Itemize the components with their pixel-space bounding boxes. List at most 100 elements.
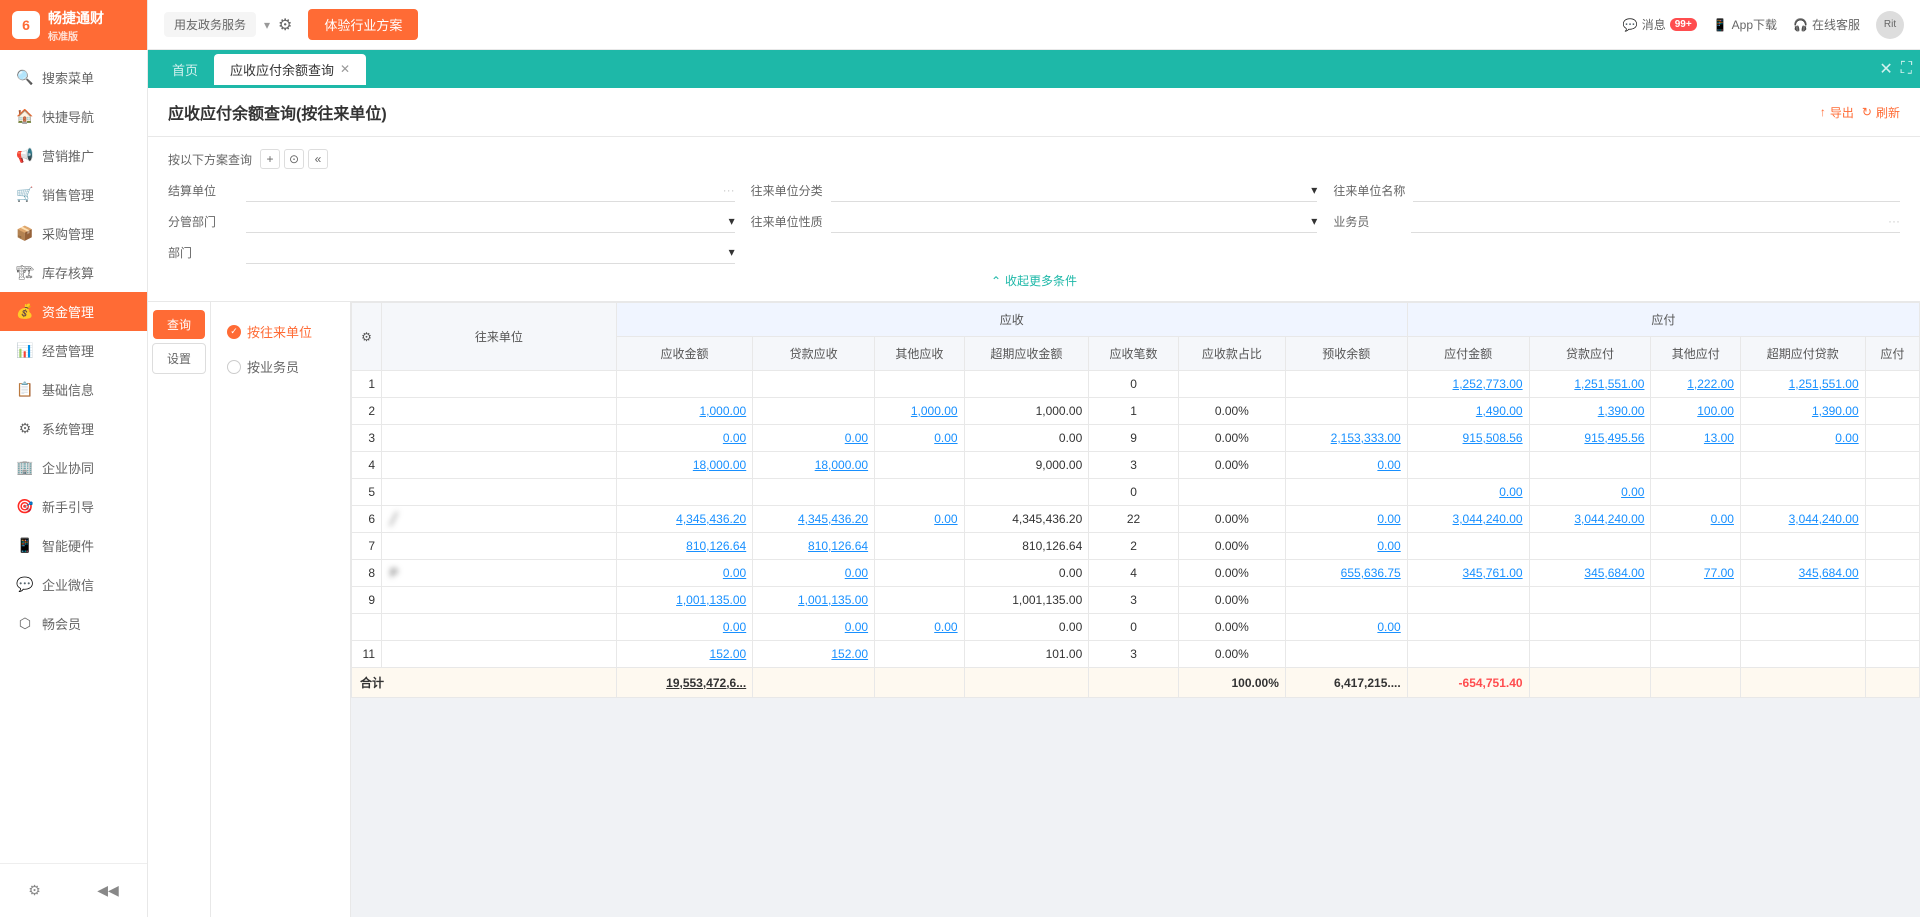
cell-0-3[interactable]	[753, 371, 875, 398]
cell-8-3[interactable]: 1,001,135.00	[753, 587, 875, 614]
sidebar-item-marketing[interactable]: 📢 营销推广	[0, 136, 147, 175]
cell-2-4[interactable]: 0.00	[875, 425, 965, 452]
sidebar-item-enterprise[interactable]: 🏢 企业协同	[0, 448, 147, 487]
cell-7-8[interactable]: 655,636.75	[1285, 560, 1407, 587]
cell-4-2[interactable]	[616, 479, 753, 506]
cell-2-11[interactable]: 13.00	[1651, 425, 1741, 452]
cell-3-9[interactable]	[1407, 452, 1529, 479]
cell-1-2[interactable]: 1,000.00	[616, 398, 753, 425]
cell-6-3[interactable]: 810,126.64	[753, 533, 875, 560]
cell-7-10[interactable]: 345,684.00	[1529, 560, 1651, 587]
cell-1-9[interactable]: 1,490.00	[1407, 398, 1529, 425]
cell-7-4[interactable]	[875, 560, 965, 587]
cell-5-11[interactable]: 0.00	[1651, 506, 1741, 533]
cell-1-12[interactable]: 1,390.00	[1740, 398, 1865, 425]
collapse-filter-btn[interactable]: ⌃ 收起更多条件	[168, 272, 1900, 289]
header-settings-icon[interactable]: ⚙	[278, 15, 292, 35]
cell-7-3[interactable]: 0.00	[753, 560, 875, 587]
export-btn[interactable]: ↑ 导出	[1820, 104, 1854, 121]
sidebar-item-search[interactable]: 🔍 搜索菜单	[0, 58, 147, 97]
cell-1-3[interactable]	[753, 398, 875, 425]
cell-10-4[interactable]	[875, 641, 965, 668]
sidebar-item-purchase[interactable]: 📦 采购管理	[0, 214, 147, 253]
cell-2-12[interactable]: 0.00	[1740, 425, 1865, 452]
cell-0-8[interactable]	[1285, 371, 1407, 398]
filter-panel-by-partner[interactable]: ✓ 按往来单位	[211, 314, 350, 349]
sidebar-item-guide[interactable]: 🎯 新手引导	[0, 487, 147, 526]
cell-2-8[interactable]: 2,153,333.00	[1285, 425, 1407, 452]
cell-10-12[interactable]	[1740, 641, 1865, 668]
cell-9-3[interactable]: 0.00	[753, 614, 875, 641]
cell-4-4[interactable]	[875, 479, 965, 506]
cell-3-3[interactable]: 18,000.00	[753, 452, 875, 479]
cell-3-4[interactable]	[875, 452, 965, 479]
cell-2-3[interactable]: 0.00	[753, 425, 875, 452]
cell-0-10[interactable]: 1,251,551.00	[1529, 371, 1651, 398]
promo-button[interactable]: 体验行业方案	[308, 9, 418, 40]
cell-9-10[interactable]	[1529, 614, 1651, 641]
sidebar-item-finance[interactable]: 💰 资金管理	[0, 292, 147, 331]
app-download-btn[interactable]: 📱 App下载	[1713, 16, 1777, 33]
cell-2-10[interactable]: 915,495.56	[1529, 425, 1651, 452]
cell-7-2[interactable]: 0.00	[616, 560, 753, 587]
dept-mgr-select[interactable]: ▾	[246, 210, 735, 233]
cell-10-8[interactable]	[1285, 641, 1407, 668]
cell-4-3[interactable]	[753, 479, 875, 506]
cell-0-4[interactable]	[875, 371, 965, 398]
sidebar-item-vip[interactable]: ⬡ 畅会员	[0, 604, 147, 643]
collapse-sidebar-btn[interactable]: ◀◀	[89, 874, 127, 907]
cell-0-12[interactable]: 1,251,551.00	[1740, 371, 1865, 398]
settings-filter-btn[interactable]: ⊙	[284, 149, 304, 169]
dept-select[interactable]: ▾	[246, 241, 735, 264]
cell-6-8[interactable]: 0.00	[1285, 533, 1407, 560]
cell-8-12[interactable]	[1740, 587, 1865, 614]
cell-3-2[interactable]: 18,000.00	[616, 452, 753, 479]
cell-4-8[interactable]	[1285, 479, 1407, 506]
cell-8-2[interactable]: 1,001,135.00	[616, 587, 753, 614]
sidebar-item-quicknav[interactable]: 🏠 快捷导航	[0, 97, 147, 136]
tab-ar-ap[interactable]: 应收应付余额查询 ✕	[214, 54, 366, 85]
sidebar-item-wechat[interactable]: 💬 企业微信	[0, 565, 147, 604]
cell-5-9[interactable]: 3,044,240.00	[1407, 506, 1529, 533]
company-chevron-icon[interactable]: ▾	[264, 18, 270, 32]
salesperson-input[interactable]: ···	[1411, 210, 1900, 233]
cell-10-2[interactable]: 152.00	[616, 641, 753, 668]
cell-7-9[interactable]: 345,761.00	[1407, 560, 1529, 587]
cell-10-11[interactable]	[1651, 641, 1741, 668]
cell-5-12[interactable]: 3,044,240.00	[1740, 506, 1865, 533]
sidebar-item-sales[interactable]: 🛒 销售管理	[0, 175, 147, 214]
cell-9-9[interactable]	[1407, 614, 1529, 641]
cell-4-9[interactable]: 0.00	[1407, 479, 1529, 506]
cell-10-9[interactable]	[1407, 641, 1529, 668]
cell-6-2[interactable]: 810,126.64	[616, 533, 753, 560]
add-filter-btn[interactable]: +	[260, 149, 280, 169]
company-selector[interactable]: 用友政务服务	[164, 12, 256, 37]
sidebar-item-inventory[interactable]: 🏗 库存核算	[0, 253, 147, 292]
cell-9-8[interactable]: 0.00	[1285, 614, 1407, 641]
tab-home[interactable]: 首页	[156, 54, 214, 85]
cell-6-4[interactable]	[875, 533, 965, 560]
cell-8-11[interactable]	[1651, 587, 1741, 614]
cell-8-8[interactable]	[1285, 587, 1407, 614]
cell-8-4[interactable]	[875, 587, 965, 614]
cell-10-10[interactable]	[1529, 641, 1651, 668]
cell-6-10[interactable]	[1529, 533, 1651, 560]
settlement-input[interactable]: ···	[246, 179, 735, 202]
cell-1-8[interactable]	[1285, 398, 1407, 425]
cell-2-9[interactable]: 915,508.56	[1407, 425, 1529, 452]
tab-close-all-icon[interactable]: ✕	[1879, 59, 1892, 79]
cell-9-4[interactable]: 0.00	[875, 614, 965, 641]
cell-5-10[interactable]: 3,044,240.00	[1529, 506, 1651, 533]
query-button[interactable]: 查询	[153, 310, 205, 339]
cell-5-3[interactable]: 4,345,436.20	[753, 506, 875, 533]
cell-6-12[interactable]	[1740, 533, 1865, 560]
more-filter-btn[interactable]: «	[308, 149, 328, 169]
cell-9-12[interactable]	[1740, 614, 1865, 641]
cell-1-4[interactable]: 1,000.00	[875, 398, 965, 425]
cell-9-2[interactable]: 0.00	[616, 614, 753, 641]
filter-panel-by-salesperson[interactable]: 按业务员	[211, 349, 350, 384]
settings-button[interactable]: 设置	[152, 343, 206, 374]
cell-0-2[interactable]	[616, 371, 753, 398]
cell-9-11[interactable]	[1651, 614, 1741, 641]
user-avatar[interactable]: Rit	[1876, 11, 1904, 39]
